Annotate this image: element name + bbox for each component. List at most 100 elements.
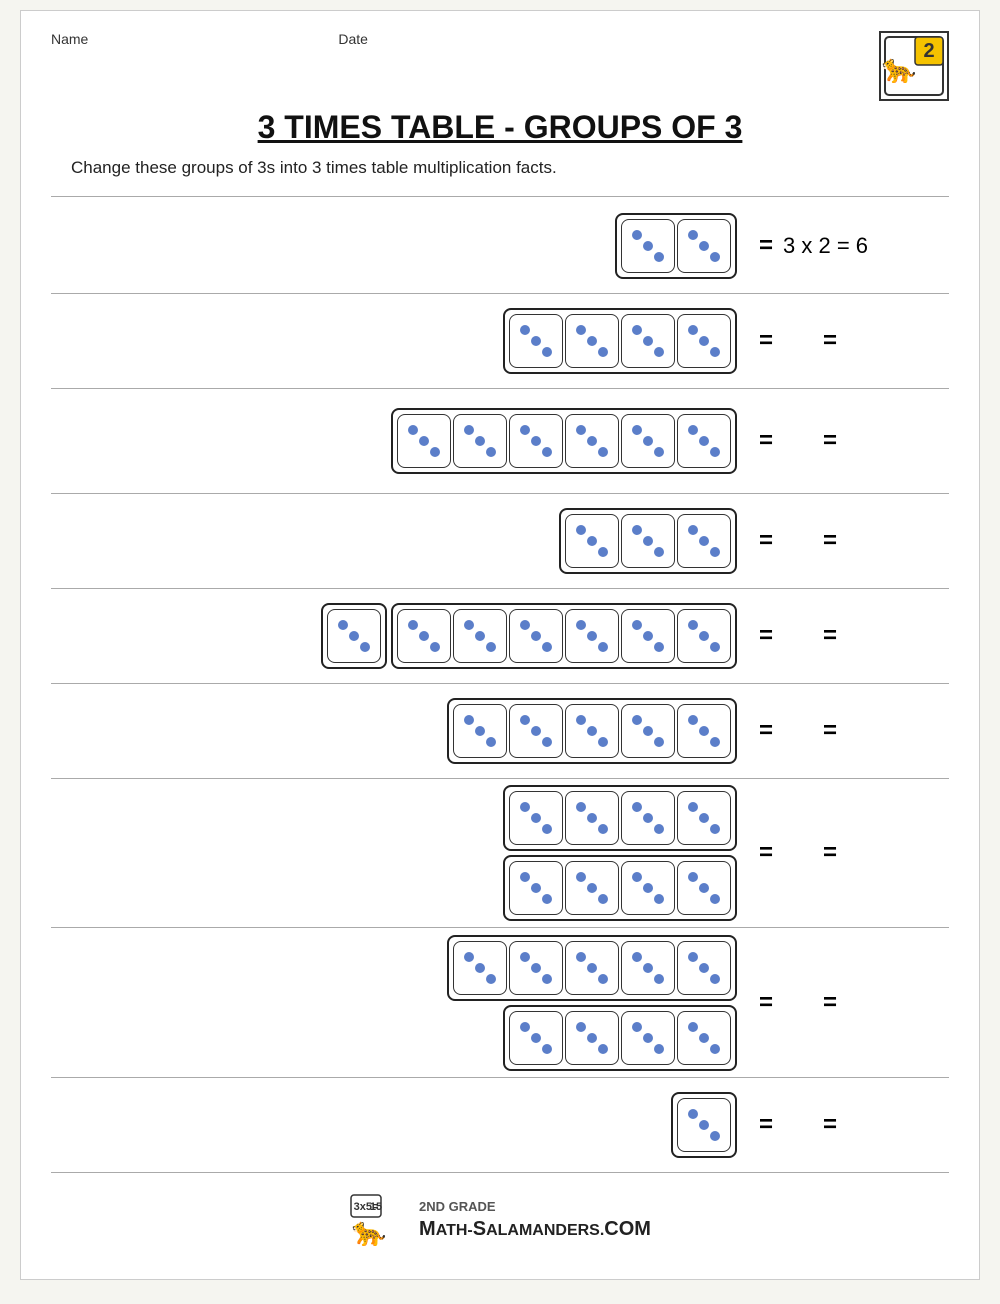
dice-group-5 bbox=[391, 603, 737, 669]
footer: 3x5= 15 🐆 2ND GRADE MATH-SALAMANDERS.COM bbox=[51, 1193, 949, 1248]
equals-area-5: = = bbox=[749, 622, 949, 650]
die bbox=[677, 314, 731, 368]
die bbox=[565, 704, 619, 758]
die bbox=[677, 941, 731, 995]
table-row: = = bbox=[51, 1078, 949, 1173]
die bbox=[565, 314, 619, 368]
equals-sign-2: = bbox=[823, 327, 837, 355]
equals-sign-2: = bbox=[823, 1111, 837, 1139]
die bbox=[509, 791, 563, 845]
die bbox=[327, 609, 381, 663]
equals-sign: = bbox=[759, 717, 773, 745]
die bbox=[677, 1011, 731, 1065]
die bbox=[621, 514, 675, 568]
die bbox=[677, 704, 731, 758]
table-row: = = bbox=[51, 294, 949, 389]
equals-area-3: = = bbox=[749, 427, 949, 455]
die bbox=[621, 219, 675, 273]
top-divider bbox=[51, 196, 949, 197]
equals-sign: = bbox=[759, 427, 773, 455]
table-row: = = bbox=[51, 928, 949, 1078]
die bbox=[453, 941, 507, 995]
logo-svg: 2 🐆 bbox=[881, 33, 947, 99]
die bbox=[565, 861, 619, 915]
table-row: = 3 x 2 = 6 bbox=[51, 199, 949, 294]
dice-group-9 bbox=[671, 1092, 737, 1158]
dice-area-8 bbox=[51, 933, 749, 1073]
equals-area-9: = = bbox=[749, 1111, 949, 1139]
equals-sign-2: = bbox=[823, 527, 837, 555]
dice-area-3 bbox=[51, 406, 749, 476]
die bbox=[677, 514, 731, 568]
table-row: = = bbox=[51, 494, 949, 589]
svg-text:🐆: 🐆 bbox=[352, 1216, 387, 1248]
die bbox=[677, 414, 731, 468]
equals-area-7: = = bbox=[749, 839, 949, 867]
table-row: = = bbox=[51, 389, 949, 494]
equals-area-8: = = bbox=[749, 989, 949, 1017]
die bbox=[677, 861, 731, 915]
die bbox=[621, 609, 675, 663]
rows-container: = 3 x 2 = 6 = = bbox=[51, 199, 949, 1173]
die bbox=[509, 609, 563, 663]
die bbox=[621, 704, 675, 758]
dice-group-6 bbox=[447, 698, 737, 764]
svg-text:15: 15 bbox=[370, 1201, 382, 1213]
equals-area-1: = 3 x 2 = 6 bbox=[749, 232, 949, 260]
dice-area-2 bbox=[51, 306, 749, 376]
dice-area-7 bbox=[51, 783, 749, 923]
die bbox=[453, 609, 507, 663]
die bbox=[397, 414, 451, 468]
die bbox=[509, 314, 563, 368]
die bbox=[509, 704, 563, 758]
die bbox=[453, 704, 507, 758]
equals-sign: = bbox=[759, 527, 773, 555]
table-row: = = bbox=[51, 589, 949, 684]
equals-sign: = bbox=[759, 622, 773, 650]
dice-area-1 bbox=[51, 211, 749, 281]
equals-sign-2: = bbox=[823, 839, 837, 867]
footer-site: MATH-SALAMANDERS.COM bbox=[419, 1214, 651, 1242]
equals-sign-2: = bbox=[823, 989, 837, 1017]
footer-logo: 3x5= 15 🐆 bbox=[349, 1193, 409, 1248]
table-row: = = bbox=[51, 779, 949, 928]
subtitle: Change these groups of 3s into 3 times t… bbox=[71, 158, 949, 178]
equals-sign: = bbox=[759, 327, 773, 355]
die bbox=[621, 1011, 675, 1065]
equals-sign: = bbox=[759, 232, 773, 260]
dice-area-6 bbox=[51, 696, 749, 766]
die bbox=[565, 514, 619, 568]
die bbox=[621, 941, 675, 995]
page-title: 3 TIMES TABLE - GROUPS OF 3 bbox=[51, 109, 949, 146]
dice-area-5 bbox=[51, 601, 749, 671]
die bbox=[621, 314, 675, 368]
equals-area-4: = = bbox=[749, 527, 949, 555]
die bbox=[621, 861, 675, 915]
logo-box: 2 🐆 bbox=[879, 31, 949, 101]
dice-group-4 bbox=[559, 508, 737, 574]
die bbox=[621, 414, 675, 468]
dice-group-1 bbox=[615, 213, 737, 279]
die bbox=[621, 791, 675, 845]
svg-text:2: 2 bbox=[923, 40, 934, 62]
die bbox=[397, 609, 451, 663]
die bbox=[565, 414, 619, 468]
dice-area-4 bbox=[51, 506, 749, 576]
die bbox=[677, 1098, 731, 1152]
equals-sign-2: = bbox=[823, 622, 837, 650]
equation-text: 3 x 2 = 6 bbox=[783, 233, 868, 259]
name-date-fields: Name Date bbox=[51, 31, 368, 47]
worksheet-page: Name Date 2 🐆 3 TIMES TABLE - GROUPS OF … bbox=[20, 10, 980, 1280]
equals-area-2: = = bbox=[749, 327, 949, 355]
header: Name Date 2 🐆 bbox=[51, 31, 949, 101]
dice-area-9 bbox=[51, 1090, 749, 1160]
die bbox=[453, 414, 507, 468]
die bbox=[565, 1011, 619, 1065]
date-label: Date bbox=[338, 31, 368, 47]
die bbox=[509, 1011, 563, 1065]
die bbox=[565, 791, 619, 845]
table-row: = = bbox=[51, 684, 949, 779]
svg-text:🐆: 🐆 bbox=[882, 53, 917, 85]
equals-sign: = bbox=[759, 1111, 773, 1139]
die bbox=[565, 941, 619, 995]
